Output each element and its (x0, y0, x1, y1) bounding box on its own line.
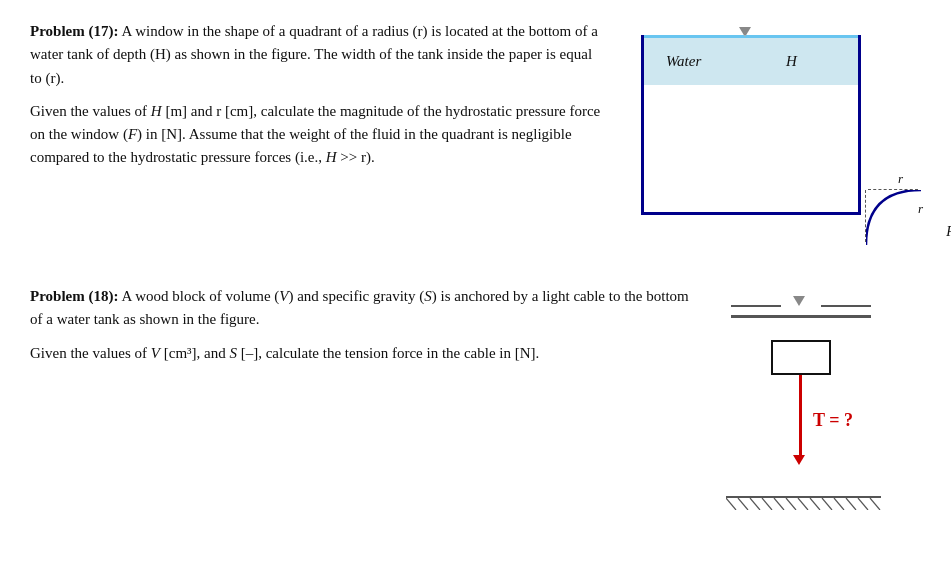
page-layout: Problem (17): A window in the shape of a… (30, 20, 921, 510)
figure-18: T = ? (721, 290, 921, 510)
problem-18-para2: Given the values of V [cm³], and S [–], … (30, 342, 701, 365)
problem-17-section: Problem (17): A window in the shape of a… (30, 20, 921, 245)
svg-line-1 (738, 498, 748, 510)
figure-17: Water H r r F = ? (621, 25, 921, 245)
ground-hatching18 (726, 498, 881, 510)
problem-18-desc2: Given the values of V [cm³], and S [–], … (30, 345, 539, 361)
svg-line-9 (834, 498, 844, 510)
problem-18-section: Problem (18): A wood block of volume (V)… (30, 285, 921, 510)
problem-18-text: Problem (18): A wood block of volume (V)… (30, 285, 701, 375)
quadrant-arc-svg (866, 190, 921, 245)
svg-line-2 (750, 498, 760, 510)
tank18-surface (731, 315, 871, 318)
F-label: F = ? (946, 224, 951, 240)
cable-arrow18-icon (793, 455, 805, 465)
problem-17-desc2: Given the values of H [m] and r [cm], ca… (30, 103, 600, 166)
surface-arrow18-icon (793, 296, 805, 306)
r-horiz-label: r (898, 171, 903, 187)
svg-line-4 (774, 498, 784, 510)
problem-18-desc1: A wood block of volume (V) and specific … (30, 288, 689, 327)
problem-17-title: Problem (17): (30, 23, 118, 39)
tank18-surface-left (731, 305, 781, 307)
tank18-surface-right (821, 305, 871, 307)
svg-line-10 (846, 498, 856, 510)
problem-17-text: Problem (17): A window in the shape of a… (30, 20, 601, 180)
problem-17-para1: Problem (17): A window in the shape of a… (30, 20, 601, 90)
svg-line-12 (870, 498, 880, 510)
T-label18: T = ? (813, 410, 853, 431)
svg-line-6 (798, 498, 808, 510)
svg-line-3 (762, 498, 772, 510)
svg-line-7 (810, 498, 820, 510)
quadrant-area (866, 190, 921, 245)
block18 (771, 340, 831, 375)
svg-line-8 (822, 498, 832, 510)
problem-17-para2: Given the values of H [m] and r [cm], ca… (30, 100, 601, 170)
H-label: H (786, 53, 797, 70)
problem-18-para1: Problem (18): A wood block of volume (V)… (30, 285, 701, 332)
svg-line-11 (858, 498, 868, 510)
water-label: Water (666, 53, 701, 70)
svg-line-0 (726, 498, 736, 510)
cable18 (799, 375, 802, 460)
problem-18-title: Problem (18): (30, 288, 118, 304)
svg-line-5 (786, 498, 796, 510)
